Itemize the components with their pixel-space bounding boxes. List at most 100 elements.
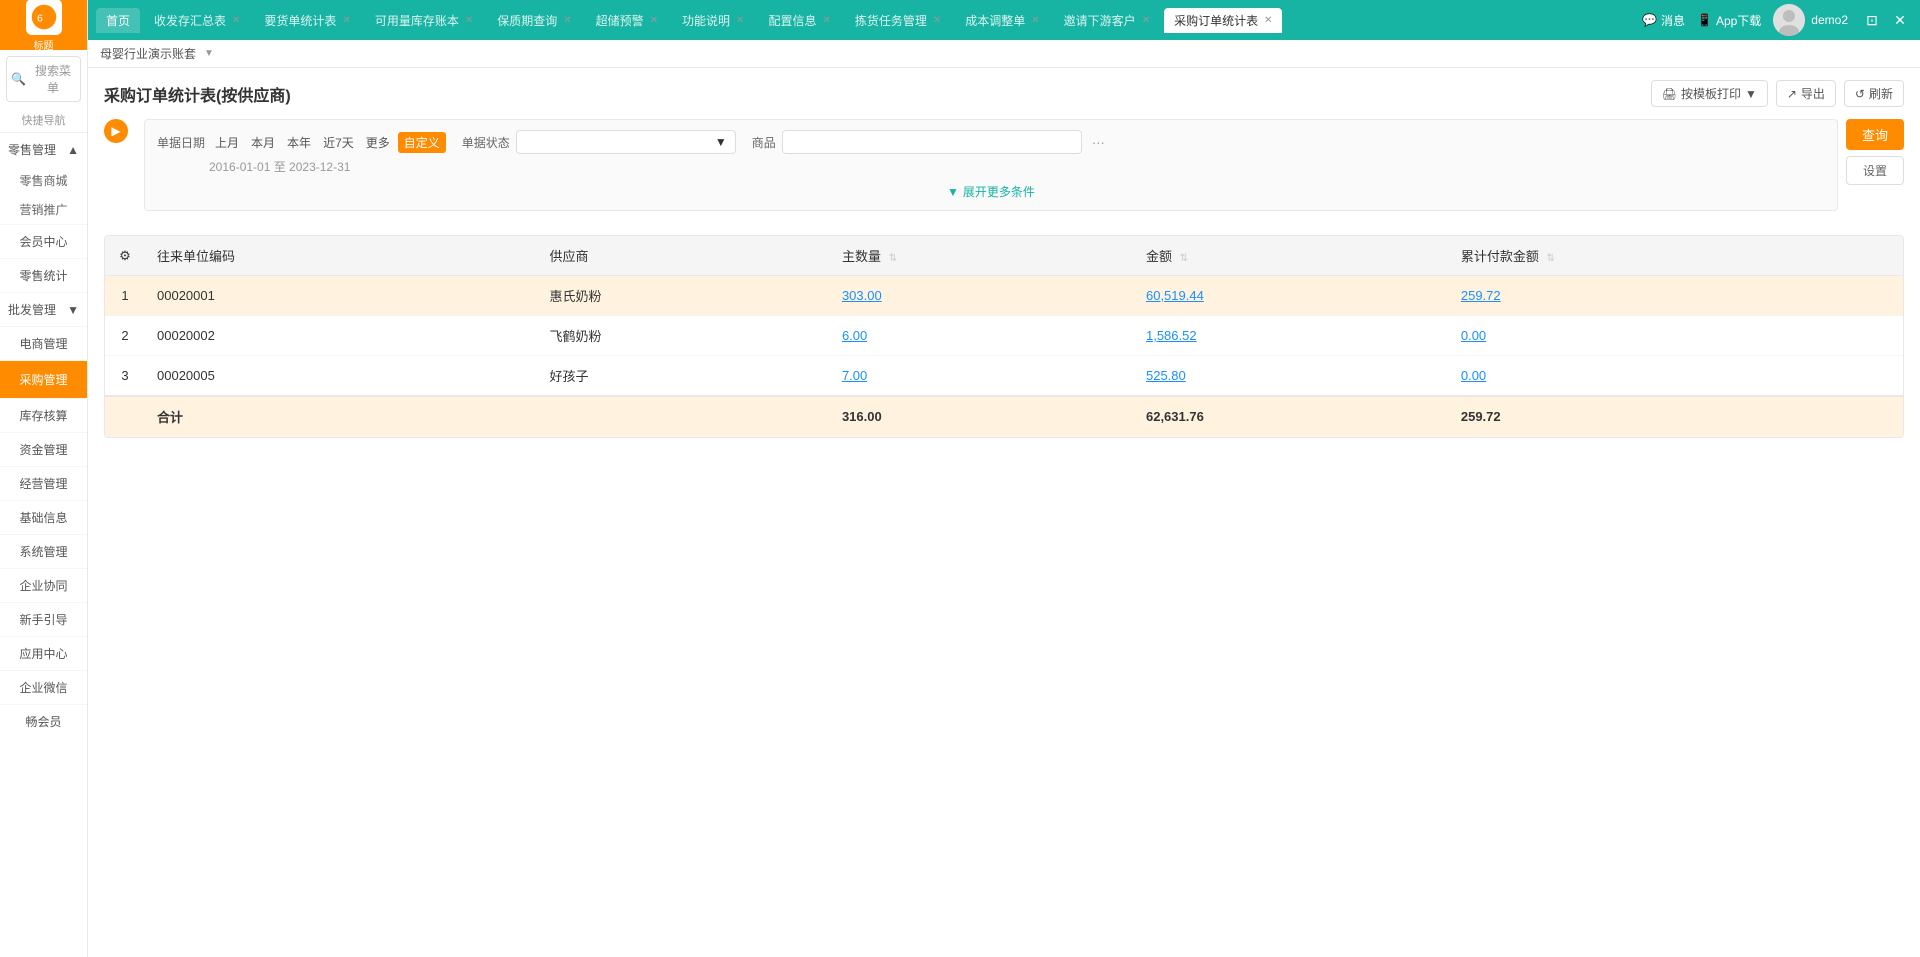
close-tab-func-desc[interactable]: ✕ — [736, 15, 744, 26]
user-info[interactable]: demo2 — [1773, 4, 1848, 36]
filter-toggle-btn[interactable]: ▶ — [104, 119, 128, 143]
close-tab-config-info[interactable]: ✕ — [822, 15, 830, 26]
filter-container: ▶ 单据日期 上月 本月 本年 近7天 更多 自定义 — [104, 119, 1904, 223]
footer-row: 合计 316.00 62,631.76 259.72 — [105, 396, 1903, 437]
goods-input[interactable] — [782, 130, 1082, 154]
goods-ellipsis-btn[interactable]: ··· — [1088, 131, 1109, 154]
close-tab-expiry-query[interactable]: ✕ — [563, 15, 571, 26]
user-name: demo2 — [1811, 13, 1848, 27]
sidebar-item-wechat[interactable]: 企业微信 — [0, 670, 87, 704]
settings-icon[interactable]: ⚙ — [119, 248, 131, 263]
refresh-icon: ↺ — [1855, 87, 1865, 101]
col-settings-header[interactable]: ⚙ — [105, 236, 145, 276]
tab-home[interactable]: 首页 — [96, 8, 140, 33]
status-select[interactable]: ▼ — [516, 130, 736, 154]
sidebar-item-marketing[interactable]: 营销推广 — [0, 195, 87, 224]
row1-paid-link[interactable]: 259.72 — [1461, 288, 1501, 303]
row3-amount-link[interactable]: 525.80 — [1146, 368, 1186, 383]
tab-cost-adjust[interactable]: 成本调整单 ✕ — [955, 8, 1049, 33]
dropdown-icon[interactable]: ▼ — [204, 48, 214, 59]
sidebar-item-inventory[interactable]: 库存核算 — [0, 398, 87, 432]
shortcut-custom[interactable]: 自定义 — [398, 132, 446, 153]
tab-overstock-alert[interactable]: 超储预警 ✕ — [586, 8, 668, 33]
export-btn[interactable]: ↗ 导出 — [1776, 80, 1836, 107]
shortcut-7days[interactable]: 近7天 — [319, 132, 358, 153]
table-header: ⚙ 往来单位编码 供应商 主数量 ⇅ 金额 — [105, 236, 1903, 276]
sidebar-item-finance[interactable]: 资金管理 — [0, 432, 87, 466]
tab-expiry-query[interactable]: 保质期查询 ✕ — [487, 8, 581, 33]
row2-paid-link[interactable]: 0.00 — [1461, 328, 1486, 343]
tab-func-desc[interactable]: 功能说明 ✕ — [672, 8, 754, 33]
date-shortcuts: 上月 本月 本年 近7天 更多 自定义 — [211, 132, 446, 153]
search-menu-input[interactable]: 🔍 搜索菜单 — [6, 56, 81, 102]
row1-amount-link[interactable]: 60,519.44 — [1146, 288, 1204, 303]
restore-btn[interactable]: ⊡ — [1860, 8, 1884, 32]
sidebar-item-retail[interactable]: 零售管理 ▲ — [0, 133, 87, 166]
sidebar-item-retail-stats[interactable]: 零售统计 — [0, 258, 87, 292]
footer-qty: 316.00 — [830, 396, 1134, 437]
sidebar-item-basic[interactable]: 基础信息 — [0, 500, 87, 534]
close-tab-purchase-order-stats[interactable]: ✕ — [1264, 15, 1272, 26]
page-title-area: 采购订单统计表(按供应商) 🖨 按模板打印 ▼ ↗ 导出 ↺ 刷新 — [104, 80, 1904, 107]
shortcut-last-month[interactable]: 上月 — [211, 132, 243, 153]
tab-purchase-stats[interactable]: 要货单统计表 ✕ — [254, 8, 360, 33]
message-btn[interactable]: 💬 消息 — [1642, 12, 1685, 29]
row3-paid: 0.00 — [1449, 356, 1903, 397]
topbar: 首页 收发存汇总表 ✕ 要货单统计表 ✕ 可用量库存账本 ✕ 保质期查询 ✕ 超… — [88, 0, 1920, 40]
row3-paid-link[interactable]: 0.00 — [1461, 368, 1486, 383]
refresh-btn[interactable]: ↺ 刷新 — [1844, 80, 1904, 107]
brand-logo[interactable]: 6 标题 — [0, 0, 87, 50]
close-tab-invite-downstream[interactable]: ✕ — [1142, 15, 1150, 26]
filter-action-buttons: 查询 设置 — [1846, 119, 1904, 185]
sidebar-item-member[interactable]: 会员中心 — [0, 224, 87, 258]
query-btn[interactable]: 查询 — [1846, 119, 1904, 150]
row2-qty-link[interactable]: 6.00 — [842, 328, 867, 343]
print-btn[interactable]: 🖨 按模板打印 ▼ — [1651, 80, 1768, 107]
shortcut-this-month[interactable]: 本月 — [247, 132, 279, 153]
col-paid-header: 累计付款金额 ⇅ — [1449, 236, 1903, 276]
app-download-btn[interactable]: 📱 App下载 — [1697, 12, 1761, 29]
main-content: 首页 收发存汇总表 ✕ 要货单统计表 ✕ 可用量库存账本 ✕ 保质期查询 ✕ 超… — [88, 0, 1920, 957]
goods-label: 商品 — [752, 134, 776, 151]
footer-empty — [105, 396, 145, 437]
close-tab-cost-adjust[interactable]: ✕ — [1031, 15, 1039, 26]
sidebar-item-system[interactable]: 系统管理 — [0, 534, 87, 568]
tab-purchase-order-stats[interactable]: 采购订单统计表 ✕ — [1164, 8, 1282, 33]
sidebar-item-ops[interactable]: 经营管理 — [0, 466, 87, 500]
tab-inventory-book[interactable]: 可用量库存账本 ✕ — [365, 8, 483, 33]
close-tab-purchase-stats[interactable]: ✕ — [342, 15, 350, 26]
shortcut-this-year[interactable]: 本年 — [283, 132, 315, 153]
sidebar-item-vip[interactable]: 畅会员 — [0, 704, 87, 738]
tab-receive-summary[interactable]: 收发存汇总表 ✕ — [144, 8, 250, 33]
sidebar-item-guide[interactable]: 新手引导 — [0, 602, 87, 636]
close-tab-pick-task[interactable]: ✕ — [933, 15, 941, 26]
filter-settings-btn[interactable]: 设置 — [1846, 156, 1904, 185]
qty-sort-icon: ⇅ — [889, 253, 897, 264]
close-tab-overstock-alert[interactable]: ✕ — [650, 15, 658, 26]
expand-more-btn[interactable]: ▼ 展开更多条件 — [947, 183, 1035, 200]
sidebar-item-wholesale[interactable]: 批发管理 ▼ — [0, 292, 87, 326]
close-btn[interactable]: ✕ — [1888, 8, 1912, 32]
retail-label: 零售管理 — [8, 141, 56, 158]
col-supplier-header: 供应商 — [537, 236, 829, 276]
shortcut-more[interactable]: 更多 — [362, 132, 394, 153]
row2-amount: 1,586.52 — [1134, 316, 1449, 356]
sidebar-item-ecom[interactable]: 电商管理 — [0, 326, 87, 360]
tab-invite-downstream[interactable]: 邀请下游客户 ✕ — [1054, 8, 1160, 33]
footer-paid: 259.72 — [1449, 396, 1903, 437]
sidebar-item-purchase[interactable]: 采购管理 — [0, 360, 87, 398]
tab-pick-task[interactable]: 拣货任务管理 ✕ — [845, 8, 951, 33]
sidebar-item-retail-store[interactable]: 零售商城 — [0, 166, 87, 195]
row2-amount-link[interactable]: 1,586.52 — [1146, 328, 1197, 343]
sidebar-item-collab[interactable]: 企业协同 — [0, 568, 87, 602]
tab-config-info[interactable]: 配置信息 ✕ — [758, 8, 840, 33]
close-tab-receive-summary[interactable]: ✕ — [232, 15, 240, 26]
row3-qty-link[interactable]: 7.00 — [842, 368, 867, 383]
close-tab-inventory-book[interactable]: ✕ — [465, 15, 473, 26]
row1-qty-link[interactable]: 303.00 — [842, 288, 882, 303]
amount-sort-icon: ⇅ — [1180, 253, 1188, 264]
sidebar-item-appstore[interactable]: 应用中心 — [0, 636, 87, 670]
search-menu-btn[interactable]: 🔍 搜索菜单 — [0, 50, 87, 108]
table-row: 3 00020005 好孩子 7.00 525.80 — [105, 356, 1903, 397]
row3-qty: 7.00 — [830, 356, 1134, 397]
